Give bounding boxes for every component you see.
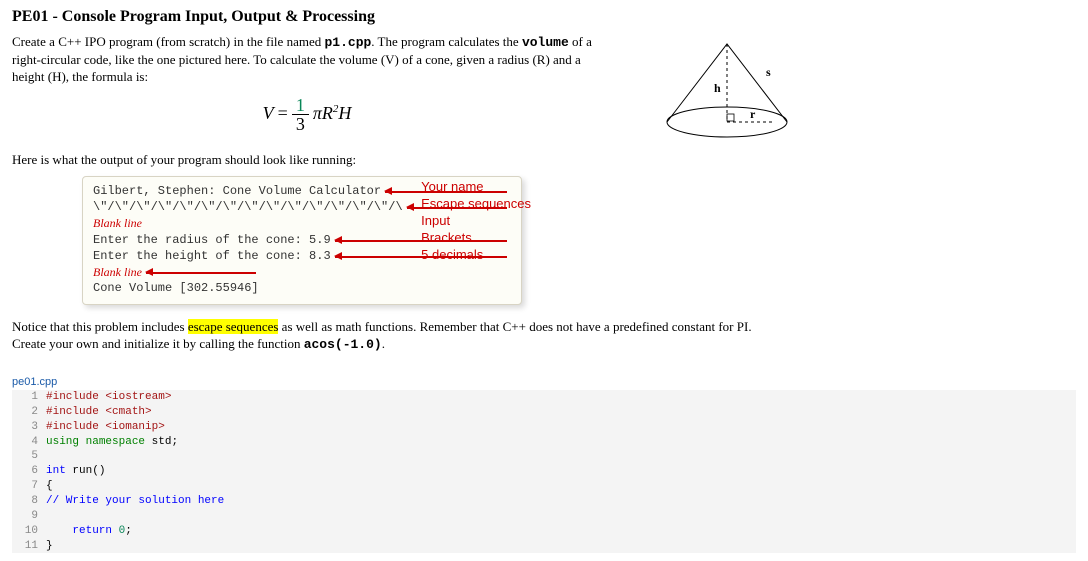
callout-labels: Your name Escape sequences Input Bracket… (421, 179, 531, 263)
filename-inline: p1.cpp (324, 35, 371, 50)
code-line: 5 (12, 449, 1076, 464)
blank-line-label: Blank line (93, 264, 142, 280)
output-line-radius: Enter the radius of the cone: 5.9 (93, 232, 331, 248)
arrow-icon (146, 272, 256, 273)
code-line: 8// Write your solution here (12, 494, 1076, 509)
volume-word: volume (522, 35, 569, 50)
code-listing: 1#include <iostream>2#include <cmath>3#i… (12, 390, 1076, 553)
highlight-escape-sequences: escape sequences (188, 319, 279, 334)
code-line: 11} (12, 539, 1076, 554)
formula-piR: πR (313, 103, 333, 123)
formula-lhs: V (263, 102, 274, 125)
cone-label-r: r (750, 107, 756, 121)
formula-H: H (338, 103, 351, 123)
blank-line-label: Blank line (93, 215, 142, 231)
code-line: 3#include <iomanip> (12, 420, 1076, 435)
intro-text: . The program calculates the (371, 34, 522, 49)
sample-output-box: Gilbert, Stephen: Cone Volume Calculator… (82, 176, 522, 305)
formula-fraction: 1 3 (292, 96, 309, 133)
callout-escape: Escape sequences (421, 196, 531, 213)
code-file-tab: pe01.cpp (12, 376, 1076, 388)
output-line-result: Cone Volume [302.55946] (93, 280, 259, 296)
output-line-height: Enter the height of the cone: 8.3 (93, 248, 331, 264)
code-line: 2#include <cmath> (12, 405, 1076, 420)
code-line: 7{ (12, 479, 1076, 494)
formula: V = 1 3 πR2H (12, 96, 602, 133)
intro-text: Create a C++ IPO program (from scratch) … (12, 34, 324, 49)
code-line: 6int run() (12, 464, 1076, 479)
output-line-escapes: \"/\"/\"/\"/\"/\"/\"/\"/\"/\"/\"/\"/\"/\… (93, 199, 403, 215)
cone-diagram: h r s (632, 34, 822, 148)
code-line: 10 return 0; (12, 524, 1076, 539)
intro-paragraph: Create a C++ IPO program (from scratch) … (12, 34, 602, 147)
output-line-name: Gilbert, Stephen: Cone Volume Calculator (93, 183, 381, 199)
notice-paragraph: Notice that this problem includes escape… (12, 319, 752, 354)
page-title: PE01 - Console Program Input, Output & P… (12, 8, 1076, 26)
cone-label-h: h (714, 81, 721, 95)
run-caption: Here is what the output of your program … (12, 152, 1076, 168)
callout-brackets: Brackets (421, 230, 531, 247)
callout-your-name: Your name (421, 179, 531, 196)
code-line: 9 (12, 509, 1076, 524)
acos-function: acos(-1.0) (304, 337, 382, 352)
code-line: 4using namespace std; (12, 435, 1076, 450)
cone-label-s: s (766, 65, 771, 79)
callout-decimals: 5 decimals (421, 247, 531, 264)
formula-eq: = (278, 102, 288, 125)
code-line: 1#include <iostream> (12, 390, 1076, 405)
callout-input: Input (421, 213, 531, 230)
